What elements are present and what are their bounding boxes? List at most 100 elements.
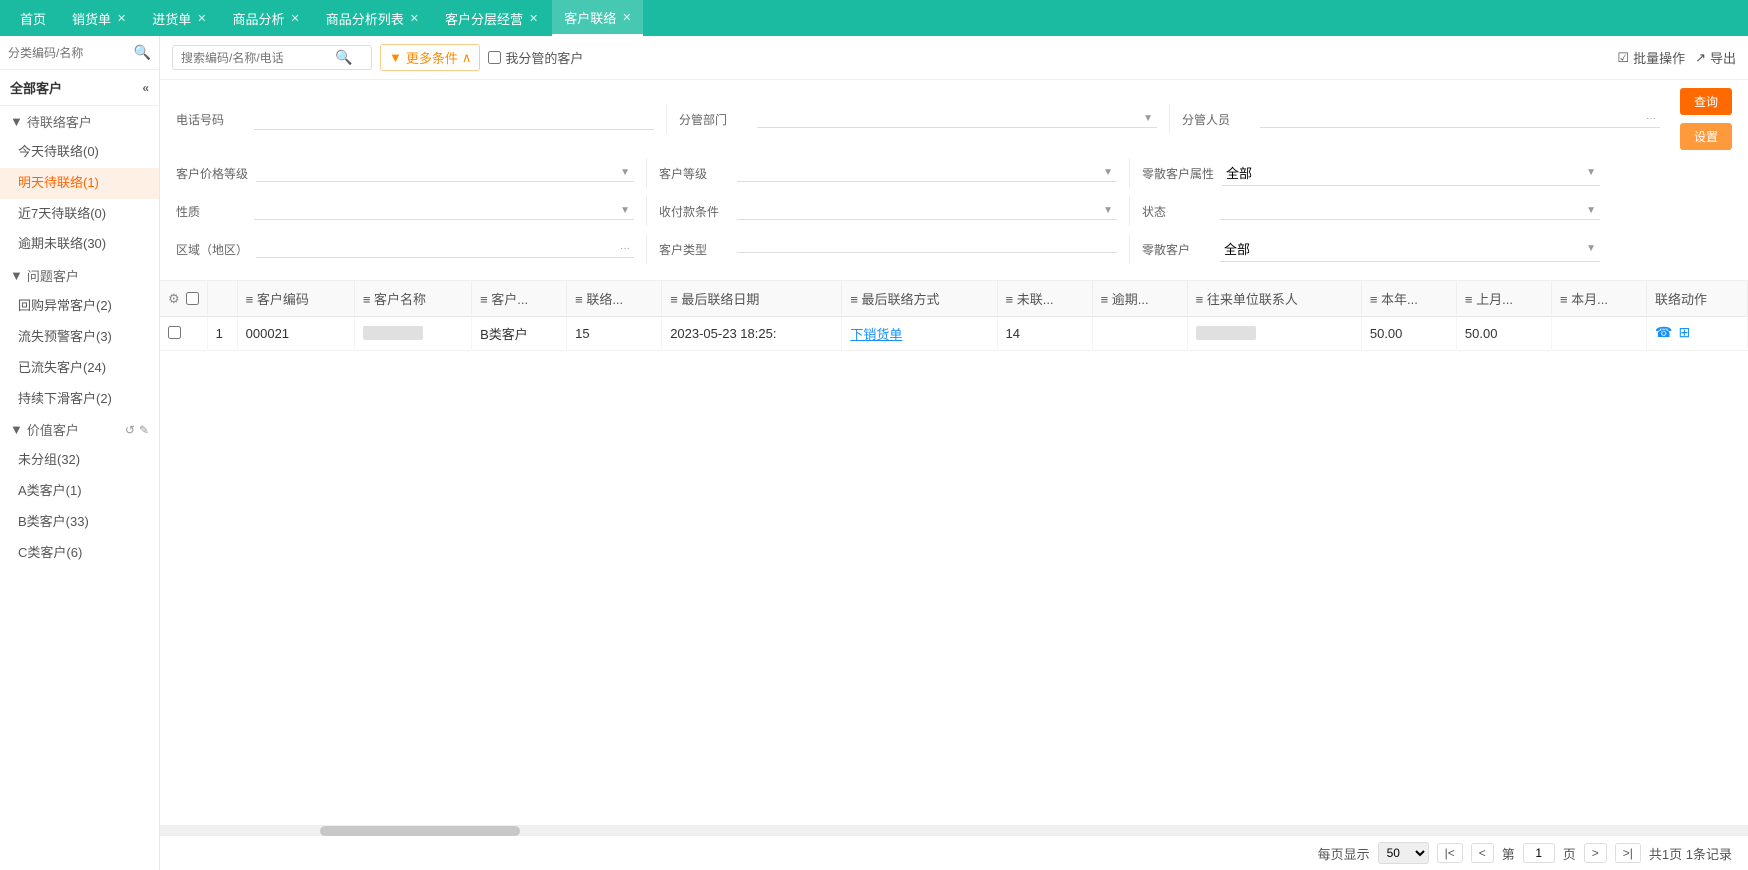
status-arrow-icon: ▼ bbox=[1586, 205, 1596, 216]
status-select[interactable]: ▼ bbox=[1220, 202, 1600, 220]
table-row: 1 000021 B类客户 15 2023-05-23 18:25: 下销货单 … bbox=[160, 317, 1748, 351]
nav-sales[interactable]: 销货单 ✕ bbox=[60, 0, 138, 36]
my-customers-checkbox-container[interactable]: 我分管的客户 bbox=[488, 48, 583, 67]
my-customers-checkbox[interactable] bbox=[488, 51, 501, 64]
col-last-contact-method: ≡ 最后联络方式 bbox=[842, 281, 997, 317]
col-current-month: ≡ 本月... bbox=[1551, 281, 1646, 317]
nav-home[interactable]: 首页 bbox=[8, 0, 58, 36]
divider6 bbox=[1129, 196, 1130, 226]
sidebar-item-c-class[interactable]: C类客户(6) bbox=[0, 538, 159, 569]
row-code: 000021 bbox=[237, 317, 354, 351]
nav-customer-tier[interactable]: 客户分层经营 ✕ bbox=[433, 0, 550, 36]
collapse-icon[interactable]: « bbox=[142, 81, 149, 95]
col-current-year: ≡ 本年... bbox=[1361, 281, 1456, 317]
row-checkbox[interactable] bbox=[168, 326, 181, 339]
section-value-customers[interactable]: ▼ 价值客户 ↺ ✎ bbox=[0, 414, 159, 445]
retail-customer-select[interactable]: 全部 ▼ bbox=[1220, 236, 1600, 262]
horizontal-scrollbar[interactable] bbox=[160, 825, 1748, 835]
sidebar-item-a-class[interactable]: A类客户(1) bbox=[0, 476, 159, 507]
close-customer-contact-icon[interactable]: ✕ bbox=[622, 11, 631, 24]
batch-operations-button[interactable]: ☑ 批量操作 bbox=[1617, 48, 1685, 67]
row-current-month bbox=[1551, 317, 1646, 351]
sidebar-search-input[interactable] bbox=[8, 46, 130, 60]
last-contact-method-link[interactable]: 下销货单 bbox=[850, 327, 902, 342]
region-select[interactable]: ··· bbox=[256, 240, 634, 258]
main-search-icon[interactable]: 🔍 bbox=[335, 49, 352, 66]
sidebar-item-churned[interactable]: 已流失客户(24) bbox=[0, 353, 159, 384]
nav-product-analysis-list[interactable]: 商品分析列表 ✕ bbox=[314, 0, 431, 36]
action-call-icon[interactable]: ☎ bbox=[1655, 324, 1672, 341]
prev-page-button[interactable]: < bbox=[1471, 843, 1494, 863]
section-problem-customers[interactable]: ▼ 问题客户 bbox=[0, 260, 159, 291]
dept-select[interactable]: ▼ bbox=[757, 110, 1157, 128]
select-all-checkbox[interactable] bbox=[186, 292, 199, 305]
contact-person-blurred bbox=[1196, 326, 1256, 340]
toolbar-right: ☑ 批量操作 ↗ 导出 bbox=[1617, 48, 1736, 67]
sidebar-item-repurchase-abnormal[interactable]: 回购异常客户(2) bbox=[0, 291, 159, 322]
divider4 bbox=[1129, 158, 1130, 188]
dept-arrow-icon: ▼ bbox=[1143, 113, 1153, 124]
person-select[interactable]: ··· bbox=[1260, 110, 1660, 128]
close-sales-icon[interactable]: ✕ bbox=[117, 12, 126, 25]
close-customer-tier-icon[interactable]: ✕ bbox=[529, 12, 538, 25]
action-grid-icon[interactable]: ⊞ bbox=[1679, 324, 1691, 341]
data-table-container: ⚙ ≡ 客户编码 ≡ 客户名称 ≡ 客户... bbox=[160, 281, 1748, 825]
nav-product-analysis[interactable]: 商品分析 ✕ bbox=[220, 0, 311, 36]
col-contacts: ≡ 联络... bbox=[567, 281, 662, 317]
col-actions: 联络动作 bbox=[1647, 281, 1748, 317]
page-number-input[interactable] bbox=[1523, 843, 1555, 863]
close-purchase-icon[interactable]: ✕ bbox=[197, 12, 206, 25]
close-product-analysis-icon[interactable]: ✕ bbox=[291, 12, 300, 25]
col-customer-type: ≡ 客户... bbox=[472, 281, 567, 317]
sidebar-item-b-class[interactable]: B类客户(33) bbox=[0, 507, 159, 538]
phone-input[interactable] bbox=[254, 109, 654, 130]
price-level-select[interactable]: ▼ bbox=[256, 164, 634, 182]
sidebar-item-churn-warning[interactable]: 流失预警客户(3) bbox=[0, 322, 159, 353]
sidebar-item-overdue-contact[interactable]: 逾期未联络(30) bbox=[0, 229, 159, 260]
nav-purchase[interactable]: 进货单 ✕ bbox=[140, 0, 218, 36]
filter-customer-level: 客户等级 ▼ bbox=[659, 164, 1117, 182]
sidebar-item-ungrouped[interactable]: 未分组(32) bbox=[0, 445, 159, 476]
sidebar-search-icon[interactable]: 🔍 bbox=[134, 44, 151, 61]
sidebar-item-7day-pending[interactable]: 近7天待联络(0) bbox=[0, 199, 159, 230]
nav-customer-contact[interactable]: 客户联络 ✕ bbox=[552, 0, 643, 36]
nature-select[interactable]: ▼ bbox=[254, 202, 634, 220]
row-last-contact-date: 2023-05-23 18:25: bbox=[662, 317, 842, 351]
customer-type-select[interactable] bbox=[737, 246, 1117, 253]
last-page-button[interactable]: >| bbox=[1615, 843, 1641, 863]
col-customer-code: ≡ 客户编码 bbox=[237, 281, 354, 317]
next-page-button[interactable]: > bbox=[1584, 843, 1607, 863]
more-filter-button[interactable]: ▼ 更多条件 ∧ bbox=[380, 44, 480, 71]
price-level-label: 客户价格等级 bbox=[176, 165, 248, 182]
phone-label: 电话号码 bbox=[176, 111, 246, 128]
settings-icon[interactable]: ⚙ bbox=[168, 291, 180, 307]
close-product-list-icon[interactable]: ✕ bbox=[410, 12, 419, 25]
all-customers-section[interactable]: 全部客户 « bbox=[0, 70, 159, 106]
main-search-input[interactable] bbox=[181, 51, 331, 65]
section-pending-contact[interactable]: ▼ 待联络客户 bbox=[0, 106, 159, 137]
pagination: 每页显示 50 100 200 |< < 第 页 > >| 共1页 1条记录 bbox=[160, 835, 1748, 870]
col-code-label: ≡ 客户编码 bbox=[246, 289, 309, 308]
section-arrow3-icon: ▼ bbox=[10, 422, 23, 437]
retail-customer-label: 零散客户 bbox=[1142, 241, 1212, 258]
sidebar-item-declining[interactable]: 持续下滑客户(2) bbox=[0, 384, 159, 415]
set-button[interactable]: 设置 bbox=[1680, 123, 1732, 150]
sidebar-item-tomorrow-pending[interactable]: 明天待联络(1) bbox=[0, 168, 159, 199]
page-size-select[interactable]: 50 100 200 bbox=[1378, 842, 1429, 864]
sidebar-item-today-pending[interactable]: 今天待联络(0) bbox=[0, 137, 159, 168]
query-button[interactable]: 查询 bbox=[1680, 88, 1732, 115]
edit-icon[interactable]: ✎ bbox=[139, 423, 149, 437]
scroll-thumb[interactable] bbox=[320, 826, 520, 836]
page-label: 第 bbox=[1502, 844, 1515, 863]
retail-attr-select[interactable]: 全部 ▼ bbox=[1222, 160, 1600, 186]
divider3 bbox=[646, 158, 647, 188]
export-button[interactable]: ↗ 导出 bbox=[1695, 48, 1736, 67]
payment-select[interactable]: ▼ bbox=[737, 202, 1117, 220]
row-action-buttons: ☎ ⊞ bbox=[1647, 317, 1747, 348]
refresh-icon[interactable]: ↺ bbox=[125, 423, 135, 437]
row-last-month: 50.00 bbox=[1456, 317, 1551, 351]
filter-panel: 电话号码 分管部门 ▼ 分管人员 ··· bbox=[160, 80, 1748, 281]
first-page-button[interactable]: |< bbox=[1437, 843, 1463, 863]
customer-level-select[interactable]: ▼ bbox=[737, 164, 1117, 182]
main-layout: 🔍 全部客户 « ▼ 待联络客户 今天待联络(0) 明天待联络(1) 近7天待联… bbox=[0, 36, 1748, 870]
